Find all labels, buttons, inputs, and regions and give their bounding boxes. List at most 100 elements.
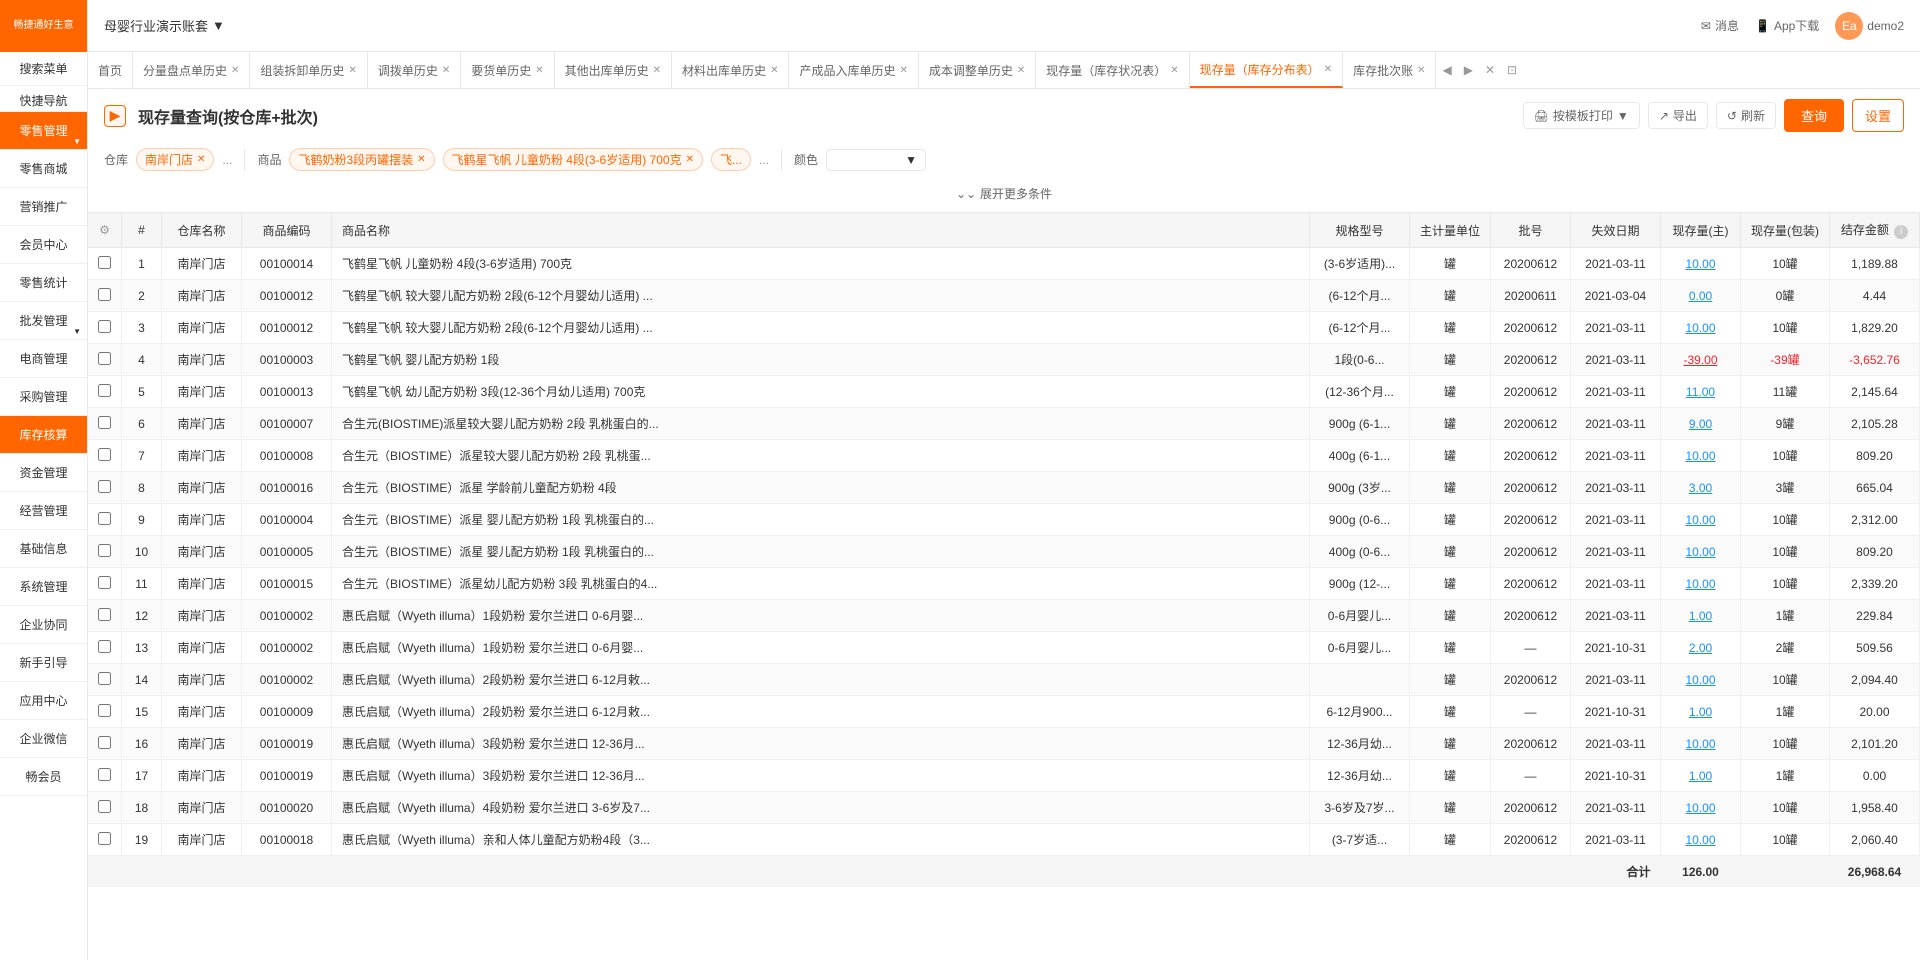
- sidebar-item-ecommerce[interactable]: 电商管理: [0, 340, 87, 378]
- cell-stock-main[interactable]: 1.00: [1661, 696, 1741, 728]
- row-checkbox[interactable]: [98, 576, 111, 589]
- sidebar-item-retail-stats[interactable]: 零售统计: [0, 264, 87, 302]
- warehouse-more-label[interactable]: ...: [222, 153, 232, 167]
- cell-stock-main[interactable]: 10.00: [1661, 440, 1741, 472]
- tab-prev-button[interactable]: ◀: [1436, 52, 1457, 88]
- tab-close-icon[interactable]: ✕: [1324, 64, 1332, 75]
- message-button[interactable]: ✉ 消息: [1701, 17, 1739, 34]
- cell-stock-main[interactable]: 10.00: [1661, 536, 1741, 568]
- tab-material-out[interactable]: 材料出库单历史 ✕: [672, 52, 789, 88]
- tab-close-icon[interactable]: ✕: [442, 65, 450, 76]
- product-tag-close-icon-2[interactable]: ✕: [686, 154, 694, 165]
- warehouse-tag-close-icon[interactable]: ✕: [197, 154, 205, 165]
- tab-cost-adjust[interactable]: 成本调整单历史 ✕: [919, 52, 1036, 88]
- cell-check[interactable]: [88, 344, 122, 376]
- row-checkbox[interactable]: [98, 480, 111, 493]
- cell-check[interactable]: [88, 632, 122, 664]
- tab-stock-dist[interactable]: 现存量（库存分布表） ✕: [1190, 52, 1343, 88]
- cell-check[interactable]: [88, 760, 122, 792]
- tab-product-in[interactable]: 产成品入库单历史 ✕: [789, 52, 918, 88]
- cell-stock-main[interactable]: 10.00: [1661, 248, 1741, 280]
- product-tag-2[interactable]: 飞鹤星飞帆 儿童奶粉 4段(3-6岁适用) 700克 ✕: [443, 148, 703, 171]
- cell-check[interactable]: [88, 728, 122, 760]
- color-select[interactable]: ▼: [826, 149, 926, 171]
- cell-check[interactable]: [88, 472, 122, 504]
- expand-conditions-button[interactable]: ⌄⌄ 展开更多条件: [948, 181, 1060, 206]
- tab-stock-status[interactable]: 现存量（库存状况表） ✕: [1036, 52, 1189, 88]
- table-settings-icon[interactable]: ⚙: [99, 223, 110, 237]
- product-tag-1[interactable]: 飞鹤奶粉3段丙罐摆装 ✕: [289, 148, 434, 171]
- row-checkbox[interactable]: [98, 608, 111, 621]
- tab-close-icon[interactable]: ✕: [653, 65, 661, 76]
- print-button[interactable]: 🖨 按模板打印 ▼: [1523, 102, 1640, 129]
- cell-stock-main[interactable]: 10.00: [1661, 824, 1741, 856]
- sidebar-item-wholesale[interactable]: 批发管理: [0, 302, 87, 340]
- tab-close-icon[interactable]: ✕: [899, 65, 907, 76]
- sidebar-item-member[interactable]: 会员中心: [0, 226, 87, 264]
- tab-close-icon[interactable]: ✕: [535, 65, 543, 76]
- cell-stock-main[interactable]: 10.00: [1661, 568, 1741, 600]
- cell-check[interactable]: [88, 504, 122, 536]
- row-checkbox[interactable]: [98, 672, 111, 685]
- tab-next-button[interactable]: ▶: [1458, 52, 1479, 88]
- amount-info-icon[interactable]: i: [1894, 225, 1908, 239]
- tab-split-inventory[interactable]: 分量盘点单历史 ✕: [133, 52, 250, 88]
- row-checkbox[interactable]: [98, 640, 111, 653]
- tab-want-goods[interactable]: 要货单历史 ✕: [461, 52, 554, 88]
- sidebar-item-retail-shop[interactable]: 零售商城: [0, 150, 87, 188]
- cell-check[interactable]: [88, 280, 122, 312]
- product-tag-close-icon-1[interactable]: ✕: [417, 154, 425, 165]
- settings-button[interactable]: 设置: [1852, 99, 1904, 132]
- row-checkbox[interactable]: [98, 384, 111, 397]
- cell-stock-main[interactable]: 10.00: [1661, 792, 1741, 824]
- row-checkbox[interactable]: [98, 448, 111, 461]
- row-checkbox[interactable]: [98, 320, 111, 333]
- user-avatar-area[interactable]: Ea demo2: [1835, 12, 1904, 40]
- tab-other-out[interactable]: 其他出库单历史 ✕: [555, 52, 672, 88]
- row-checkbox[interactable]: [98, 512, 111, 525]
- col-header-settings[interactable]: ⚙: [88, 213, 122, 248]
- app-download-button[interactable]: 📱 App下载: [1755, 17, 1819, 34]
- cell-stock-main[interactable]: 1.00: [1661, 600, 1741, 632]
- cell-stock-main[interactable]: 9.00: [1661, 408, 1741, 440]
- tab-close-icon[interactable]: ✕: [1017, 65, 1025, 76]
- tab-more-button[interactable]: ⊡: [1501, 52, 1523, 88]
- query-button[interactable]: 查询: [1784, 99, 1844, 132]
- sidebar-item-search[interactable]: 搜索菜单: [0, 52, 87, 86]
- tab-close-icon[interactable]: ✕: [1417, 65, 1425, 76]
- row-checkbox[interactable]: [98, 768, 111, 781]
- sidebar-item-inventory[interactable]: 库存核算: [0, 416, 87, 454]
- cell-stock-main[interactable]: 3.00: [1661, 472, 1741, 504]
- refresh-button[interactable]: ↺ 刷新: [1716, 102, 1776, 129]
- sidebar-item-purchase[interactable]: 采购管理: [0, 378, 87, 416]
- cell-check[interactable]: [88, 376, 122, 408]
- row-checkbox[interactable]: [98, 256, 111, 269]
- cell-check[interactable]: [88, 440, 122, 472]
- row-checkbox[interactable]: [98, 288, 111, 301]
- breadcrumb-selector[interactable]: 母婴行业演示账套 ▼: [104, 16, 225, 35]
- cell-stock-main[interactable]: 11.00: [1661, 376, 1741, 408]
- cell-check[interactable]: [88, 408, 122, 440]
- cell-check[interactable]: [88, 792, 122, 824]
- sidebar-item-retail-mgmt[interactable]: 零售管理: [0, 112, 87, 150]
- sidebar-item-operations[interactable]: 经营管理: [0, 492, 87, 530]
- cell-check[interactable]: [88, 664, 122, 696]
- cell-check[interactable]: [88, 600, 122, 632]
- export-button[interactable]: ↗ 导出: [1648, 102, 1708, 129]
- cell-stock-main[interactable]: 10.00: [1661, 312, 1741, 344]
- warehouse-tag[interactable]: 南岸门店 ✕: [136, 148, 214, 171]
- cell-stock-main[interactable]: 0.00: [1661, 280, 1741, 312]
- cell-check[interactable]: [88, 536, 122, 568]
- sidebar-item-enterprise-wechat[interactable]: 企业微信: [0, 720, 87, 758]
- cell-check[interactable]: [88, 568, 122, 600]
- row-checkbox[interactable]: [98, 832, 111, 845]
- tab-close-icon[interactable]: ✕: [348, 65, 356, 76]
- tab-mix-single[interactable]: 调拨单历史 ✕: [368, 52, 461, 88]
- product-tag-3[interactable]: 飞...: [711, 148, 751, 171]
- product-more-label[interactable]: ...: [759, 153, 769, 167]
- cell-check[interactable]: [88, 824, 122, 856]
- cell-stock-main[interactable]: 10.00: [1661, 664, 1741, 696]
- cell-check[interactable]: [88, 312, 122, 344]
- tab-disassemble[interactable]: 组装拆卸单历史 ✕: [250, 52, 367, 88]
- sidebar-item-app-center[interactable]: 应用中心: [0, 682, 87, 720]
